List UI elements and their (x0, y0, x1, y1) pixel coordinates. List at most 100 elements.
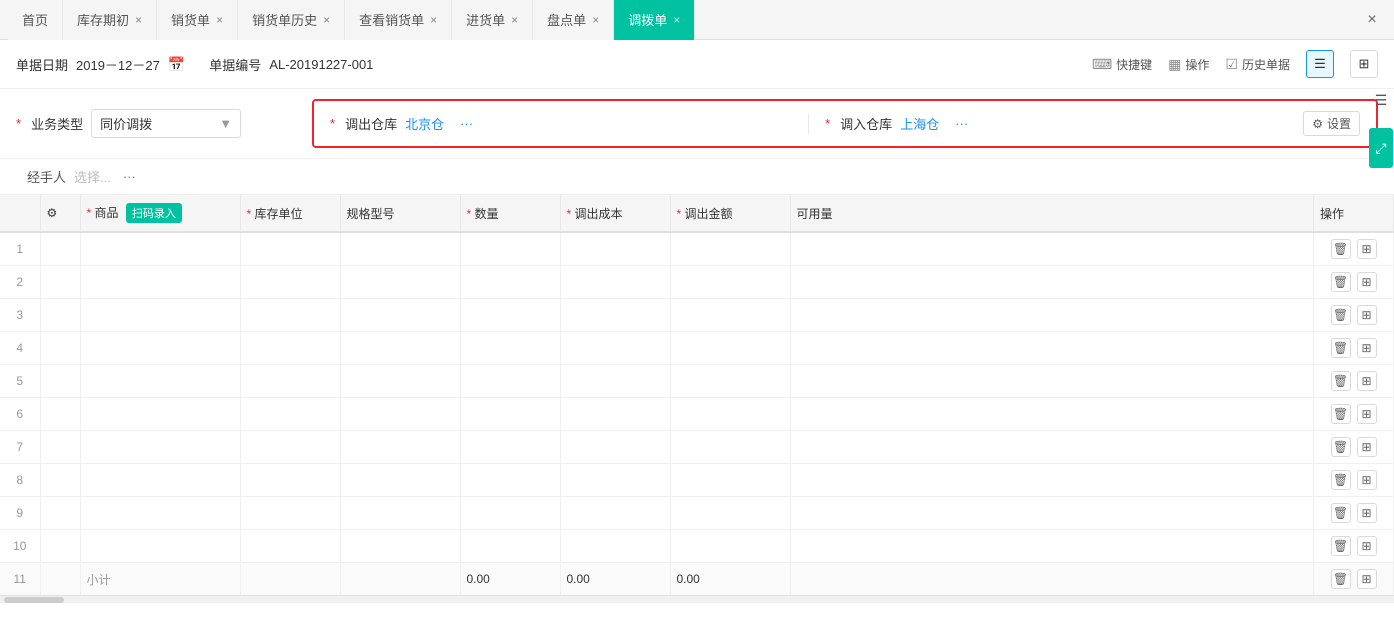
tab-purchase-order[interactable]: 进货单 × (452, 0, 533, 40)
row-cost[interactable] (560, 299, 670, 332)
row-delete-icon[interactable]: 🗑 (1331, 272, 1351, 292)
tab-close-purchase-order[interactable]: × (511, 13, 518, 27)
row-delete-icon[interactable]: 🗑 (1331, 338, 1351, 358)
business-type-select[interactable]: 同价调拨 ▼ (91, 109, 241, 138)
row-unit[interactable] (240, 398, 340, 431)
row-delete-icon[interactable]: 🗑 (1331, 305, 1351, 325)
tab-sales-order[interactable]: 销货单 × (157, 0, 238, 40)
row-spec[interactable] (340, 299, 460, 332)
scroll-thumb[interactable] (4, 597, 64, 603)
shortcut-button[interactable]: ⌨ 快捷键 (1092, 56, 1152, 73)
warehouse-out-value[interactable]: 北京仓 (405, 114, 444, 133)
warehouse-out-more-icon[interactable]: ··· (460, 116, 473, 131)
handler-select[interactable]: 选择... (74, 167, 111, 186)
row-delete-icon[interactable]: 🗑 (1331, 470, 1351, 490)
row-product[interactable] (80, 431, 240, 464)
row-unit[interactable] (240, 266, 340, 299)
row-qty[interactable] (460, 332, 560, 365)
row-qty[interactable] (460, 497, 560, 530)
row-qty[interactable] (460, 530, 560, 563)
row-unit[interactable] (240, 299, 340, 332)
row-product[interactable] (80, 497, 240, 530)
row-amount[interactable] (670, 431, 790, 464)
row-amount[interactable] (670, 232, 790, 266)
row-delete-icon[interactable]: 🗑 (1331, 536, 1351, 556)
row-amount[interactable] (670, 464, 790, 497)
row-cost[interactable] (560, 464, 670, 497)
row-delete-icon[interactable]: 🗑 (1331, 437, 1351, 457)
table-settings-gear-icon[interactable]: ⚙ (47, 206, 58, 220)
row-cost[interactable] (560, 332, 670, 365)
row-delete-icon[interactable]: 🗑 (1331, 371, 1351, 391)
row-product[interactable] (80, 398, 240, 431)
row-product[interactable] (80, 332, 240, 365)
row-qty[interactable] (460, 266, 560, 299)
row-amount[interactable] (670, 299, 790, 332)
row-delete-icon[interactable]: 🗑 (1331, 503, 1351, 523)
warehouse-in-more-icon[interactable]: ··· (955, 116, 968, 131)
row-cost[interactable] (560, 232, 670, 266)
row-unit[interactable] (240, 332, 340, 365)
row-cost[interactable] (560, 497, 670, 530)
row-delete-icon[interactable]: 🗑 (1331, 569, 1351, 589)
row-spec[interactable] (340, 365, 460, 398)
history-button[interactable]: ☑ 历史单据 (1225, 56, 1290, 73)
tab-view-sales[interactable]: 查看销货单 × (345, 0, 452, 40)
row-qty[interactable] (460, 299, 560, 332)
row-delete-icon[interactable]: 🗑 (1331, 404, 1351, 424)
row-cost[interactable] (560, 266, 670, 299)
sidebar-list-icon[interactable]: ☰ (1369, 80, 1393, 120)
tab-close-inventory-count[interactable]: × (592, 13, 599, 27)
tab-inventory-init[interactable]: 库存期初 × (63, 0, 157, 40)
th-settings[interactable]: ⚙ (40, 195, 80, 232)
row-spec[interactable] (340, 266, 460, 299)
sidebar-expand-icon[interactable]: ⤢ (1369, 128, 1393, 168)
row-spec[interactable] (340, 464, 460, 497)
row-amount[interactable] (670, 398, 790, 431)
row-spec[interactable] (340, 332, 460, 365)
scan-button[interactable]: 扫码录入 (126, 203, 182, 223)
row-qty[interactable] (460, 464, 560, 497)
row-qty[interactable] (460, 232, 560, 266)
layout-list-button[interactable]: ☰ (1306, 50, 1334, 78)
row-product[interactable] (80, 266, 240, 299)
row-unit[interactable] (240, 365, 340, 398)
row-amount[interactable] (670, 365, 790, 398)
tab-sales-history[interactable]: 销货单历史 × (238, 0, 345, 40)
settings-button[interactable]: ⚙ 设置 (1303, 111, 1360, 136)
row-product[interactable] (80, 464, 240, 497)
tab-close-view-sales[interactable]: × (430, 13, 437, 27)
row-amount[interactable] (670, 530, 790, 563)
tab-close-transfer-order[interactable]: × (673, 13, 680, 27)
row-qty[interactable] (460, 365, 560, 398)
warehouse-in-value[interactable]: 上海仓 (900, 114, 939, 133)
row-cost[interactable] (560, 530, 670, 563)
tab-inventory-count[interactable]: 盘点单 × (533, 0, 614, 40)
row-unit[interactable] (240, 431, 340, 464)
row-product[interactable] (80, 530, 240, 563)
row-spec[interactable] (340, 431, 460, 464)
tab-close-inventory-init[interactable]: × (135, 13, 142, 27)
row-spec[interactable] (340, 398, 460, 431)
row-product[interactable] (80, 365, 240, 398)
row-amount[interactable] (670, 266, 790, 299)
row-delete-icon[interactable]: 🗑 (1331, 239, 1351, 259)
operation-button[interactable]: ▦ 操作 (1168, 56, 1209, 73)
calendar-icon[interactable]: 📅 (168, 56, 185, 73)
row-amount[interactable] (670, 497, 790, 530)
tab-home[interactable]: 首页 (8, 0, 63, 40)
row-qty[interactable] (460, 431, 560, 464)
row-product[interactable] (80, 299, 240, 332)
row-spec[interactable] (340, 232, 460, 266)
tab-transfer-order[interactable]: 调拨单 × (614, 0, 695, 40)
row-unit[interactable] (240, 530, 340, 563)
handler-more-icon[interactable]: ··· (123, 169, 136, 184)
row-unit[interactable] (240, 464, 340, 497)
row-spec[interactable] (340, 530, 460, 563)
tab-close-sales-history[interactable]: × (323, 13, 330, 27)
horizontal-scrollbar[interactable] (0, 595, 1394, 603)
row-unit[interactable] (240, 497, 340, 530)
row-cost[interactable] (560, 398, 670, 431)
row-product[interactable] (80, 232, 240, 266)
row-cost[interactable] (560, 431, 670, 464)
